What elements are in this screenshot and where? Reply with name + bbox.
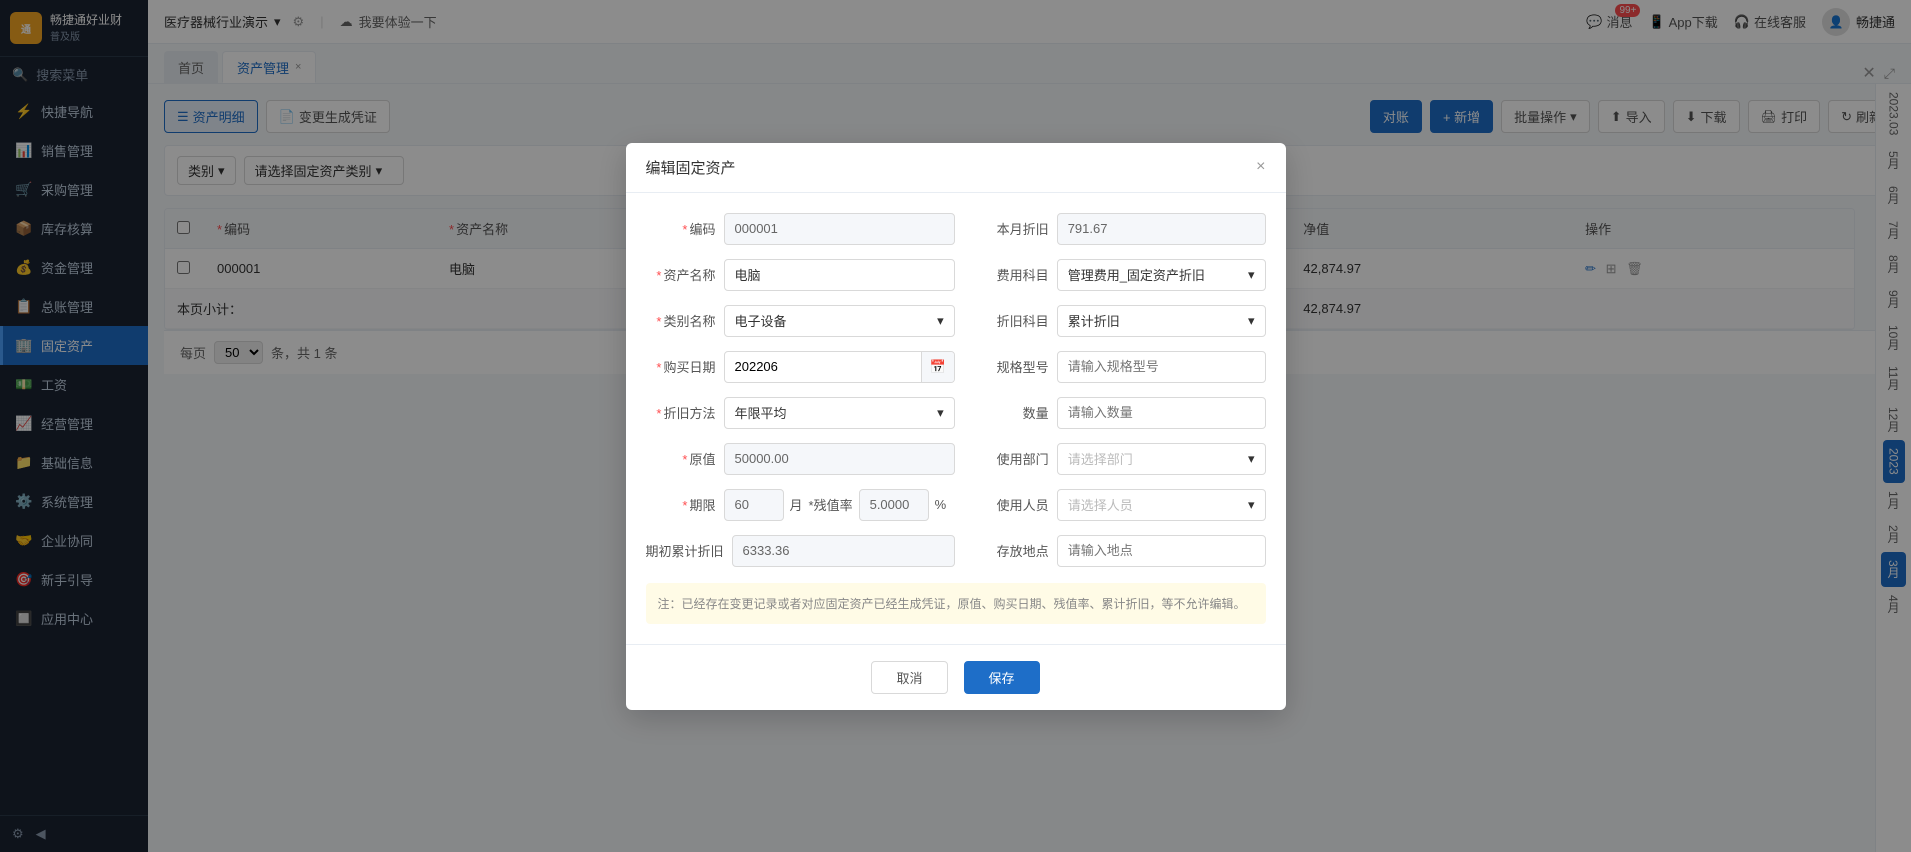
depreciation-method-select[interactable]: 年限平均 ▾ — [724, 397, 955, 429]
form-row-purchase-date: *购买日期 📅 — [646, 351, 955, 383]
spec-label: 规格型号 — [979, 357, 1049, 376]
form-row-spec: 规格型号 — [979, 351, 1266, 383]
form-row-expense-subject: 费用科目 管理费用_固定资产折旧 ▾ — [979, 259, 1266, 291]
form-row-asset-name: *资产名称 — [646, 259, 955, 291]
expense-subject-value: 管理费用_固定资产折旧 — [1068, 265, 1205, 284]
user-dropdown-icon: ▾ — [1248, 497, 1255, 513]
expense-subject-dropdown-icon: ▾ — [1248, 267, 1255, 283]
monthly-depreciation-input — [1057, 213, 1266, 245]
dialog-body: *编码 *资产名称 *类别名称 — [626, 193, 1286, 644]
category-select-value: 电子设备 — [735, 311, 787, 330]
dialog-header: 编辑固定资产 × — [626, 143, 1286, 193]
save-button[interactable]: 保存 — [964, 661, 1040, 694]
form-left-col: *编码 *资产名称 *类别名称 — [646, 213, 955, 567]
edit-asset-dialog: 编辑固定资产 × *编码 *资产名称 — [626, 143, 1286, 710]
depreciation-method-value: 年限平均 — [735, 403, 787, 422]
calendar-icon[interactable]: 📅 — [921, 352, 954, 382]
depreciation-method-label: *折旧方法 — [646, 403, 716, 422]
quantity-input[interactable] — [1057, 397, 1266, 429]
code-input[interactable] — [724, 213, 955, 245]
quantity-label: 数量 — [979, 403, 1049, 422]
monthly-depreciation-label: 本月折旧 — [979, 219, 1049, 238]
form-row-code: *编码 — [646, 213, 955, 245]
form-row-monthly-depreciation: 本月折旧 — [979, 213, 1266, 245]
initial-depreciation-input[interactable] — [732, 535, 955, 567]
asset-name-input[interactable] — [724, 259, 955, 291]
dialog-overlay: 编辑固定资产 × *编码 *资产名称 — [0, 0, 1911, 852]
form-row-quantity: 数量 — [979, 397, 1266, 429]
spec-input[interactable] — [1057, 351, 1266, 383]
period-label: *期限 — [646, 495, 716, 514]
form-row-original-value: *原值 — [646, 443, 955, 475]
residual-rate-unit: % — [935, 497, 947, 512]
user-label: 使用人员 — [979, 495, 1049, 514]
expense-subject-select[interactable]: 管理费用_固定资产折旧 ▾ — [1057, 259, 1266, 291]
dialog-note: 注：已经存在变更记录或者对应固定资产已经生成凭证，原值、购买日期、残值率、累计折… — [646, 583, 1266, 624]
period-input[interactable] — [724, 489, 784, 521]
residual-rate-input[interactable] — [859, 489, 929, 521]
form-row-depreciation-subject: 折旧科目 累计折旧 ▾ — [979, 305, 1266, 337]
category-label: *类别名称 — [646, 311, 716, 330]
form-row-storage: 存放地点 — [979, 535, 1266, 567]
storage-label: 存放地点 — [979, 541, 1049, 560]
code-label: *编码 — [646, 219, 716, 238]
purchase-date-field[interactable]: 📅 — [724, 351, 955, 383]
dialog-footer: 取消 保存 — [626, 644, 1286, 710]
storage-input[interactable] — [1057, 535, 1266, 567]
original-value-label: *原值 — [646, 449, 716, 468]
category-select[interactable]: 电子设备 ▾ — [724, 305, 955, 337]
form-row-period: *期限 月 *残值率 % — [646, 489, 955, 521]
expense-subject-label: 费用科目 — [979, 265, 1049, 284]
dialog-title: 编辑固定资产 — [646, 157, 736, 178]
dialog-close-button[interactable]: × — [1256, 158, 1265, 176]
period-unit: 月 — [790, 495, 803, 514]
purchase-date-label: *购买日期 — [646, 357, 716, 376]
depreciation-subject-value: 累计折旧 — [1068, 311, 1120, 330]
department-select[interactable]: 请选择部门 ▾ — [1057, 443, 1266, 475]
asset-name-label: *资产名称 — [646, 265, 716, 284]
form-row-initial-depreciation: 期初累计折旧 — [646, 535, 955, 567]
form-right-col: 本月折旧 费用科目 管理费用_固定资产折旧 ▾ — [979, 213, 1266, 567]
form-row-depreciation-method: *折旧方法 年限平均 ▾ — [646, 397, 955, 429]
form-row-category: *类别名称 电子设备 ▾ — [646, 305, 955, 337]
user-select[interactable]: 请选择人员 ▾ — [1057, 489, 1266, 521]
depreciation-subject-label: 折旧科目 — [979, 311, 1049, 330]
depreciation-subject-dropdown-icon: ▾ — [1248, 313, 1255, 329]
form-row-user: 使用人员 请选择人员 ▾ — [979, 489, 1266, 521]
residual-rate-label: *残值率 — [809, 495, 853, 514]
cancel-button[interactable]: 取消 — [871, 661, 947, 694]
original-value-input[interactable] — [724, 443, 955, 475]
category-dropdown-icon: ▾ — [937, 313, 944, 329]
department-dropdown-icon: ▾ — [1248, 451, 1255, 467]
depreciation-subject-select[interactable]: 累计折旧 ▾ — [1057, 305, 1266, 337]
department-label: 使用部门 — [979, 449, 1049, 468]
purchase-date-input[interactable] — [725, 359, 921, 374]
department-placeholder: 请选择部门 — [1068, 449, 1133, 468]
form-row-department: 使用部门 请选择部门 ▾ — [979, 443, 1266, 475]
note-text: 注：已经存在变更记录或者对应固定资产已经生成凭证，原值、购买日期、残值率、累计折… — [658, 597, 1246, 611]
period-group: 月 *残值率 % — [724, 489, 955, 521]
dialog-form: *编码 *资产名称 *类别名称 — [646, 213, 1266, 567]
user-placeholder: 请选择人员 — [1068, 495, 1133, 514]
initial-depreciation-label: 期初累计折旧 — [646, 541, 724, 560]
depreciation-dropdown-icon: ▾ — [937, 405, 944, 421]
